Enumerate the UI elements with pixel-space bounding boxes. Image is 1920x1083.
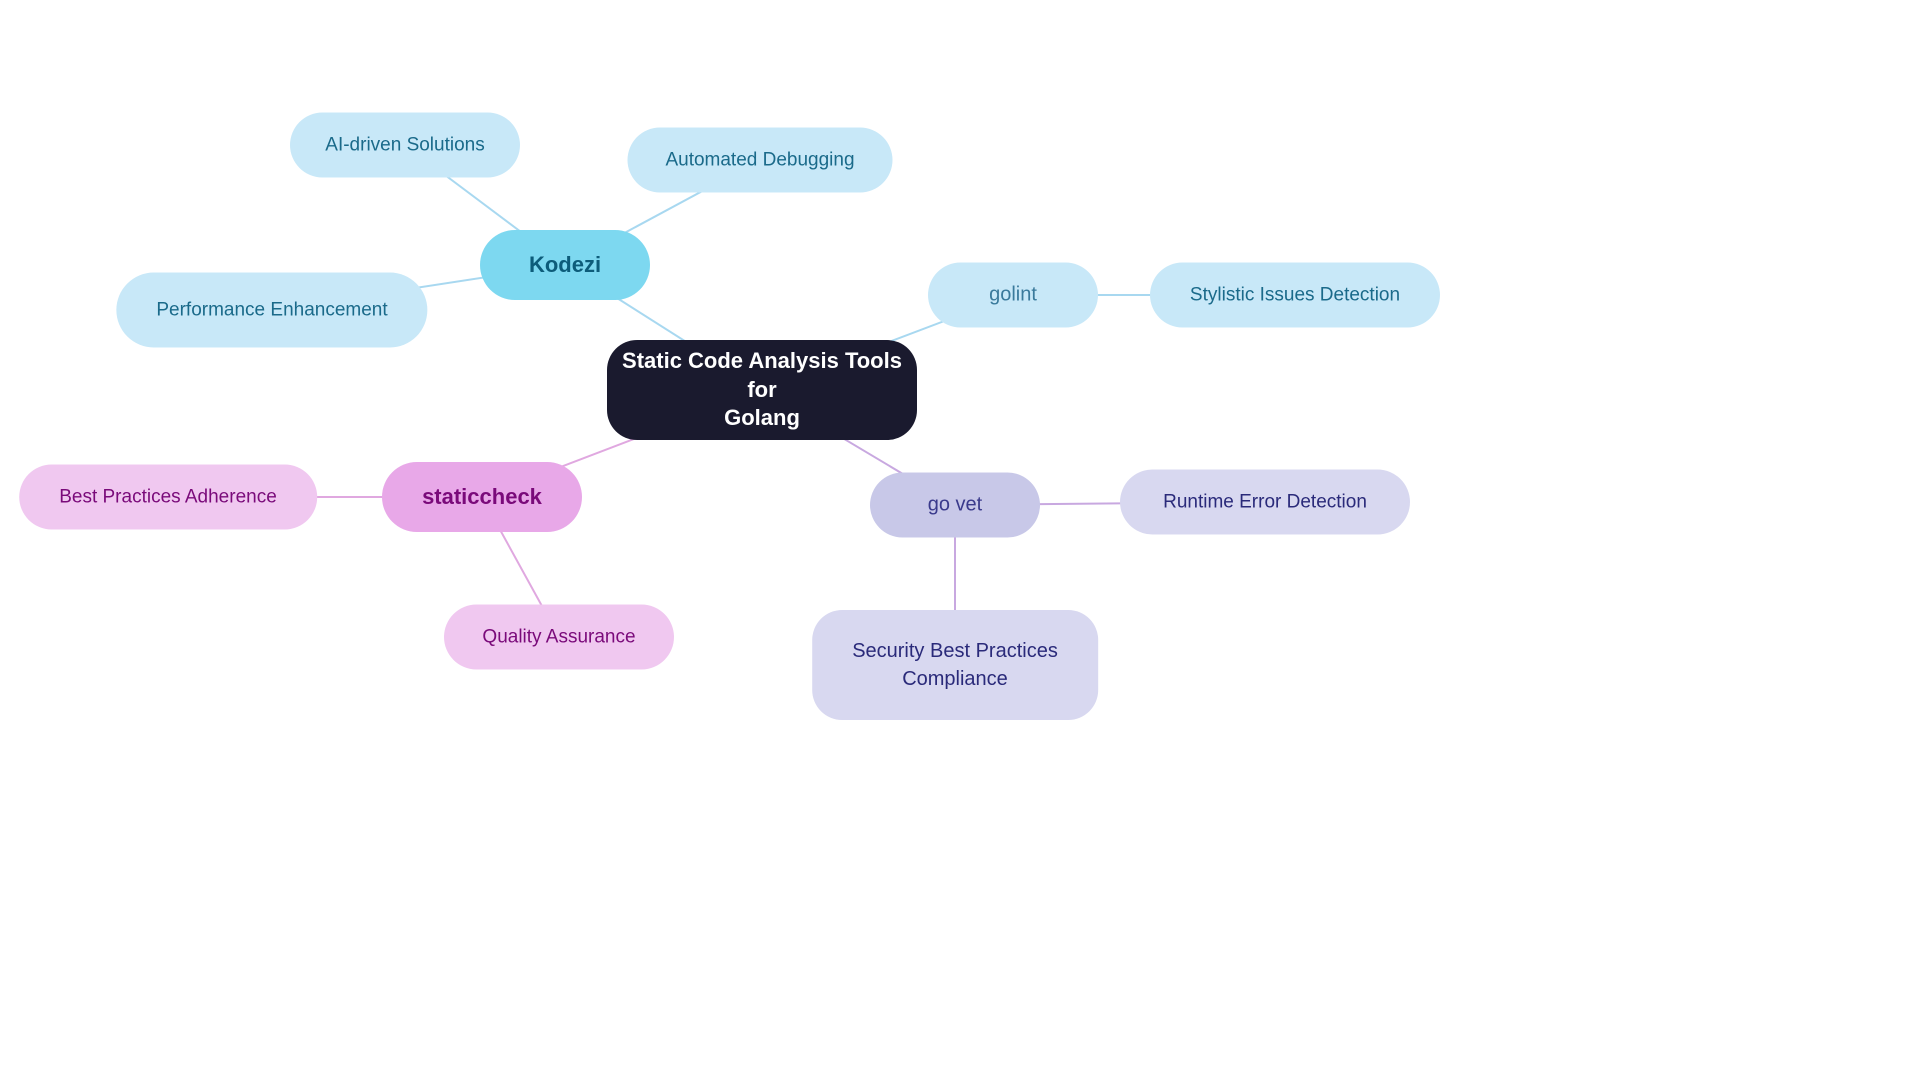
kodezi-node: Kodezi <box>480 230 650 300</box>
performance-label: Performance Enhancement <box>156 299 387 321</box>
golint-label: golint <box>989 284 1037 307</box>
ai-driven-label: AI-driven Solutions <box>325 134 484 156</box>
center-node: Static Code Analysis Tools forGolang <box>607 340 917 440</box>
kodezi-label: Kodezi <box>529 252 601 278</box>
automated-debugging-label: Automated Debugging <box>665 149 854 171</box>
quality-label: Quality Assurance <box>482 626 635 648</box>
quality-assurance-node: Quality Assurance <box>444 605 674 670</box>
mind-map-svg <box>0 0 1920 1083</box>
runtime-error-node: Runtime Error Detection <box>1120 470 1410 535</box>
stylistic-issues-node: Stylistic Issues Detection <box>1150 263 1440 328</box>
stylistic-label: Stylistic Issues Detection <box>1190 284 1400 306</box>
staticcheck-label: staticcheck <box>422 484 542 510</box>
performance-enhancement-node: Performance Enhancement <box>116 273 427 348</box>
ai-driven-node: AI-driven Solutions <box>290 113 520 178</box>
automated-debugging-node: Automated Debugging <box>628 128 893 193</box>
security-compliance-node: Security Best PracticesCompliance <box>812 610 1098 720</box>
govet-label: go vet <box>928 494 982 517</box>
best-practices-label: Best Practices Adherence <box>59 486 277 508</box>
best-practices-node: Best Practices Adherence <box>19 465 317 530</box>
golint-node: golint <box>928 263 1098 328</box>
security-label: Security Best PracticesCompliance <box>852 637 1058 693</box>
runtime-label: Runtime Error Detection <box>1163 491 1367 513</box>
staticcheck-node: staticcheck <box>382 462 582 532</box>
center-label: Static Code Analysis Tools forGolang <box>607 347 917 433</box>
govet-node: go vet <box>870 473 1040 538</box>
